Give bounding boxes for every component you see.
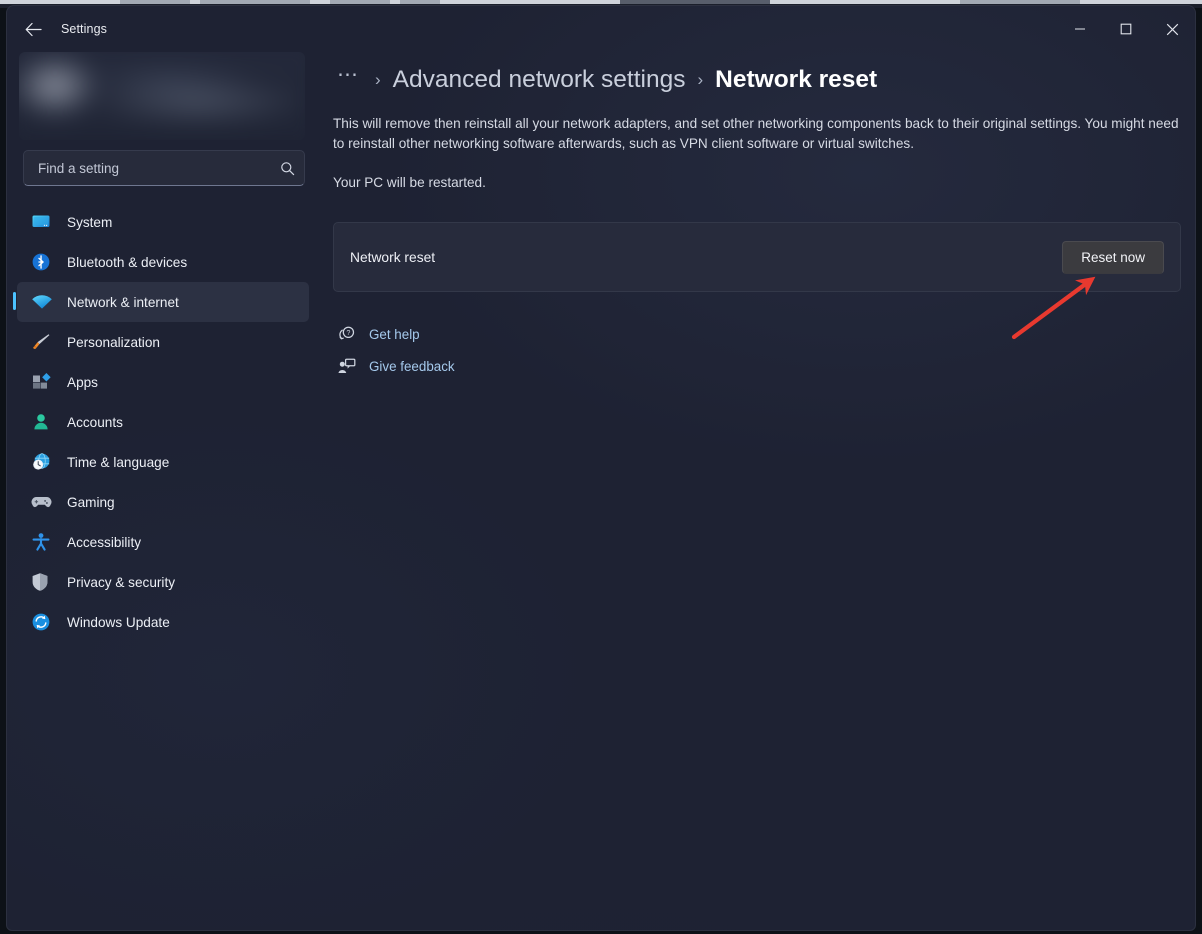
- sidebar-item-privacy-security[interactable]: Privacy & security: [17, 562, 309, 602]
- window-title: Settings: [61, 22, 107, 36]
- sidebar-item-label: Personalization: [67, 334, 160, 350]
- search-input[interactable]: [24, 160, 270, 176]
- search-box[interactable]: [23, 150, 305, 186]
- sidebar-item-apps[interactable]: Apps: [17, 362, 309, 402]
- bluetooth-icon: [31, 251, 57, 273]
- apps-icon: [31, 371, 57, 393]
- breadcrumb-overflow-button[interactable]: ⋯: [333, 64, 363, 85]
- svg-text:?: ?: [346, 328, 350, 337]
- link-label: Give feedback: [369, 358, 455, 374]
- page-title: Network reset: [715, 66, 878, 93]
- help-links: ? Get help Give feedback: [333, 318, 1195, 382]
- sidebar-item-system[interactable]: System: [17, 202, 309, 242]
- sidebar-item-label: System: [67, 214, 113, 230]
- back-button[interactable]: [13, 13, 53, 45]
- minimize-button[interactable]: [1057, 6, 1103, 52]
- person-icon: [31, 411, 57, 433]
- sidebar-item-label: Apps: [67, 374, 98, 390]
- sidebar-item-bluetooth-devices[interactable]: Bluetooth & devices: [17, 242, 309, 282]
- sidebar-item-time-language[interactable]: Time & language: [17, 442, 309, 482]
- update-icon: [31, 611, 57, 633]
- card-label: Network reset: [350, 249, 436, 265]
- sidebar-item-label: Gaming: [67, 494, 115, 510]
- window-controls: [1057, 6, 1195, 52]
- sidebar-item-label: Accessibility: [67, 534, 142, 550]
- maximize-icon: [1120, 23, 1132, 35]
- sidebar-item-windows-update[interactable]: Windows Update: [17, 602, 309, 642]
- breadcrumb-parent-link[interactable]: Advanced network settings: [393, 66, 686, 94]
- sidebar-item-gaming[interactable]: Gaming: [17, 482, 309, 522]
- accessibility-icon: [31, 531, 57, 553]
- clock-globe-icon: [31, 451, 57, 473]
- breadcrumb: ⋯ › Advanced network settings › Network …: [333, 64, 1195, 94]
- sidebar-item-accounts[interactable]: Accounts: [17, 402, 309, 442]
- search-icon: [270, 161, 304, 176]
- reset-now-button[interactable]: Reset now: [1062, 240, 1164, 274]
- sidebar-item-accessibility[interactable]: Accessibility: [17, 522, 309, 562]
- sidebar-item-label: Time & language: [67, 454, 170, 470]
- minimize-icon: [1075, 28, 1085, 30]
- breadcrumb-separator: ›: [697, 70, 704, 89]
- help-question-icon: ?: [333, 325, 359, 344]
- navigation-list: System Bluetooth & devices Network & int…: [13, 202, 309, 642]
- link-label: Get help: [369, 326, 420, 342]
- breadcrumb-separator: ›: [375, 70, 381, 89]
- wifi-icon: [31, 291, 57, 313]
- feedback-person-icon: [333, 357, 359, 376]
- close-icon: [1166, 23, 1178, 35]
- sidebar-item-label: Accounts: [67, 414, 123, 430]
- monitor-icon: [31, 211, 57, 233]
- sidebar: System Bluetooth & devices: [7, 52, 319, 930]
- back-arrow-icon: [25, 22, 42, 36]
- page-description-secondary: Your PC will be restarted.: [333, 175, 486, 191]
- user-profile-redacted[interactable]: [19, 52, 305, 140]
- get-help-link[interactable]: ? Get help: [333, 318, 1195, 350]
- title-bar: Settings: [7, 6, 1195, 52]
- close-button[interactable]: [1149, 6, 1195, 52]
- sidebar-item-label: Privacy & security: [67, 574, 176, 590]
- profile-blur: [19, 52, 305, 140]
- sidebar-item-label: Network & internet: [67, 294, 179, 310]
- sidebar-item-label: Bluetooth & devices: [67, 254, 188, 270]
- gamepad-icon: [31, 491, 57, 513]
- maximize-button[interactable]: [1103, 6, 1149, 52]
- sidebar-item-personalization[interactable]: Personalization: [17, 322, 309, 362]
- network-reset-card: Network reset Reset now: [333, 222, 1181, 293]
- settings-window: Settings Find a setting System Bluetooth…: [6, 5, 1196, 931]
- shield-icon: [31, 571, 57, 593]
- paintbrush-icon: [31, 331, 57, 353]
- give-feedback-link[interactable]: Give feedback: [333, 350, 1195, 382]
- main-content: ⋯ › Advanced network settings › Network …: [319, 52, 1195, 930]
- sidebar-item-network-internet[interactable]: Network & internet: [13, 282, 309, 322]
- page-description: This will remove then reinstall all your…: [333, 116, 1179, 151]
- sidebar-item-label: Windows Update: [67, 614, 170, 630]
